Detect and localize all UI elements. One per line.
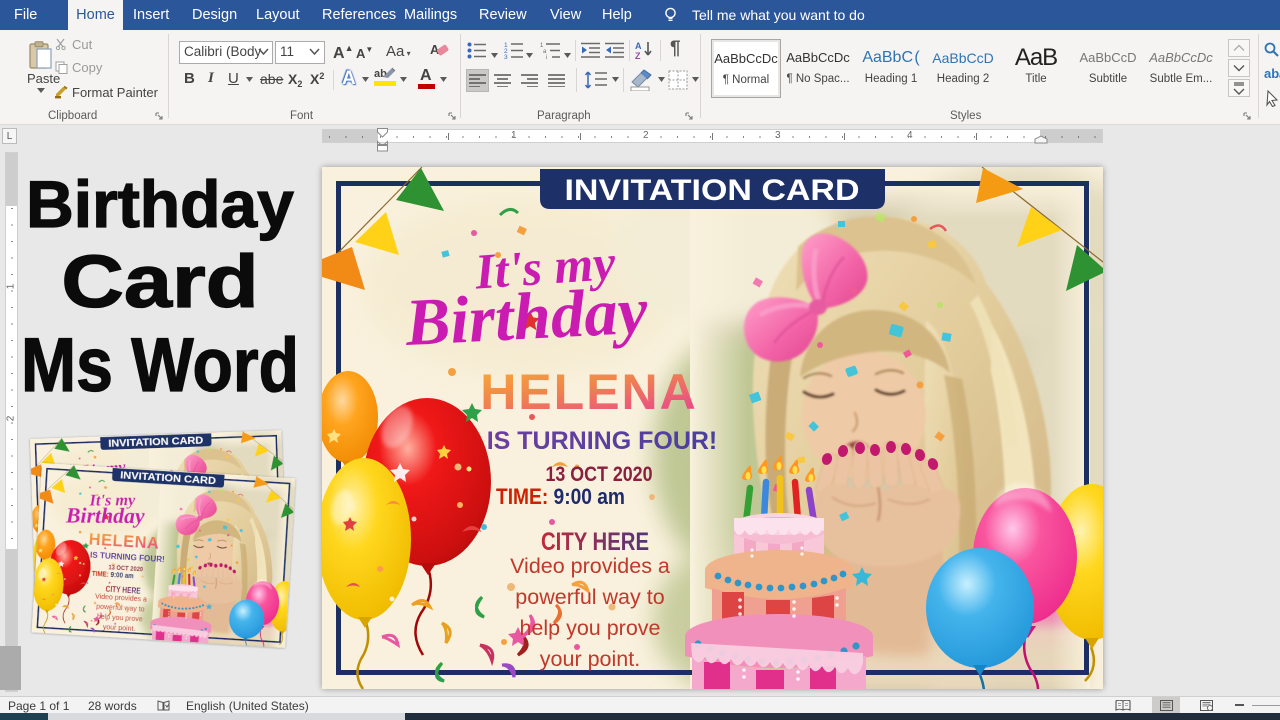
svg-text:3: 3 <box>504 54 508 60</box>
svg-text:Z: Z <box>635 51 641 60</box>
svg-text:i: i <box>546 55 547 60</box>
svg-text:A: A <box>635 41 642 51</box>
